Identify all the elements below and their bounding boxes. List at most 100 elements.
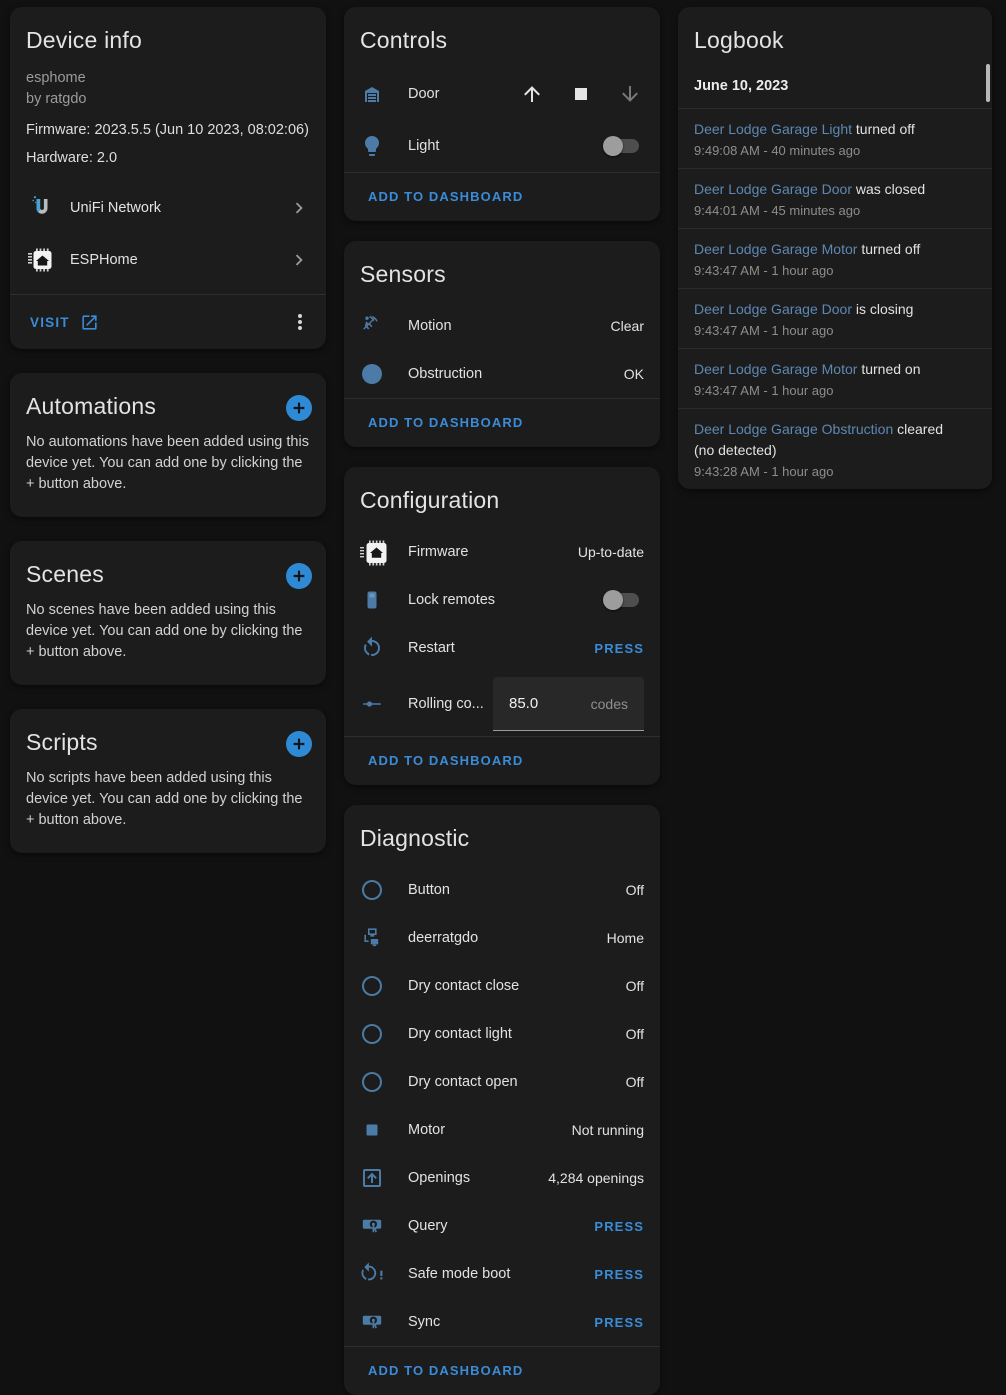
diagnostic-card: Diagnostic Button Off deerratgdo Home Dr… bbox=[344, 805, 660, 1395]
logbook-entity-link[interactable]: Deer Lodge Garage Light bbox=[694, 121, 852, 137]
scenes-card: Scenes No scenes have been added using t… bbox=[10, 541, 326, 685]
garage-icon bbox=[360, 82, 384, 106]
light-toggle[interactable] bbox=[603, 136, 639, 156]
controls-add-to-dashboard[interactable]: ADD TO DASHBOARD bbox=[344, 172, 660, 221]
restart-press-button[interactable]: PRESS bbox=[594, 641, 644, 656]
logbook-event-text: was closed bbox=[855, 181, 926, 197]
diag-label: Sync bbox=[408, 1314, 441, 1330]
integration-label: UniFi Network bbox=[70, 200, 162, 216]
diag-row-dry-contact-open[interactable]: Dry contact open Off bbox=[344, 1058, 660, 1106]
remote-icon bbox=[360, 588, 384, 612]
diag-label: Safe mode boot bbox=[408, 1266, 511, 1282]
arrow-up-icon bbox=[523, 86, 540, 102]
logbook-entity-link[interactable]: Deer Lodge Garage Door bbox=[694, 181, 852, 197]
diag-label: Button bbox=[408, 882, 450, 898]
diag-row-motor[interactable]: Motor Not running bbox=[344, 1106, 660, 1154]
diag-row-deerratgdo[interactable]: deerratgdo Home bbox=[344, 914, 660, 962]
sensor-row-motion[interactable]: Motion Clear bbox=[344, 302, 660, 350]
diag-row-button[interactable]: Button Off bbox=[344, 866, 660, 914]
esphome-logo bbox=[26, 244, 58, 276]
radiobox-blank-icon bbox=[360, 878, 384, 902]
add-scene-button[interactable] bbox=[286, 563, 312, 589]
cover-stop-button[interactable] bbox=[556, 70, 605, 118]
arrow-down-icon bbox=[621, 86, 638, 102]
controls-card: Controls Door Light ADD TO DASHBOARD bbox=[344, 7, 660, 221]
logbook-title: Logbook bbox=[694, 27, 784, 53]
arrow-up-box-icon bbox=[360, 1166, 384, 1190]
device-name: esphome bbox=[26, 70, 86, 86]
diag-value: Off bbox=[625, 978, 644, 994]
rolling-code-input[interactable] bbox=[509, 695, 569, 712]
diag-row-dry-contact-close[interactable]: Dry contact close Off bbox=[344, 962, 660, 1010]
sensor-value: Clear bbox=[610, 318, 644, 334]
scenes-title: Scenes bbox=[26, 561, 104, 587]
scripts-title: Scripts bbox=[26, 729, 98, 755]
config-row-lock-remotes: Lock remotes bbox=[344, 576, 660, 624]
network-icon bbox=[360, 926, 384, 950]
logbook-timestamp: 9:43:47 AM - 1 hour ago bbox=[694, 323, 834, 338]
config-row-rolling-code: Rolling co... codes bbox=[344, 672, 660, 736]
cover-button-group bbox=[507, 70, 654, 118]
logbook-entity-link[interactable]: Deer Lodge Garage Obstruction bbox=[694, 421, 893, 437]
config-label: Lock remotes bbox=[408, 592, 496, 608]
configuration-title: Configuration bbox=[360, 487, 500, 513]
integration-row-unifi[interactable]: UniFi Network bbox=[10, 182, 326, 234]
control-label: Door bbox=[408, 86, 440, 102]
diag-value: Off bbox=[625, 1026, 644, 1042]
unifi-logo bbox=[26, 192, 58, 224]
config-label: Firmware bbox=[408, 544, 469, 560]
config-row-firmware[interactable]: Firmware Up-to-date bbox=[344, 528, 660, 576]
right-column: Logbook June 10, 2023 Deer Lodge Garage … bbox=[678, 7, 992, 489]
logbook-timestamp: 9:43:47 AM - 1 hour ago bbox=[694, 383, 834, 398]
sensors-card: Sensors Motion Clear Obstruction OK ADD … bbox=[344, 241, 660, 447]
config-label: Restart bbox=[408, 640, 455, 656]
logbook-scrollbar-thumb[interactable] bbox=[986, 64, 990, 102]
logbook-timestamp: 9:43:47 AM - 1 hour ago bbox=[694, 263, 834, 278]
logbook-entity-link[interactable]: Deer Lodge Garage Door bbox=[694, 301, 852, 317]
device-info-actions: VISIT bbox=[10, 294, 326, 349]
sync-press-button[interactable]: PRESS bbox=[594, 1315, 644, 1330]
diagnostic-add-to-dashboard[interactable]: ADD TO DASHBOARD bbox=[344, 1346, 660, 1395]
gesture-tap-icon bbox=[360, 1310, 384, 1334]
automations-title: Automations bbox=[26, 393, 157, 419]
diag-row-openings[interactable]: Openings 4,284 openings bbox=[344, 1154, 660, 1202]
logbook-entity-link[interactable]: Deer Lodge Garage Motor bbox=[694, 361, 857, 377]
control-label: Light bbox=[408, 138, 440, 154]
query-press-button[interactable]: PRESS bbox=[594, 1219, 644, 1234]
logbook-date-header: June 10, 2023 bbox=[694, 78, 789, 94]
device-hardware-line: Hardware: 2.0 bbox=[26, 150, 118, 166]
motion-sensor-icon bbox=[360, 314, 384, 338]
logbook-entry: Deer Lodge Garage Motor turned on 9:43:4… bbox=[678, 348, 992, 408]
diag-value: Off bbox=[625, 1074, 644, 1090]
middle-column: Controls Door Light ADD TO DASHBOARD Sen… bbox=[344, 7, 660, 1395]
lock-remotes-toggle[interactable] bbox=[603, 590, 639, 610]
sensors-add-to-dashboard[interactable]: ADD TO DASHBOARD bbox=[344, 398, 660, 447]
scenes-empty-text: No scenes have been added using this dev… bbox=[26, 602, 303, 660]
safe-mode-boot-press-button[interactable]: PRESS bbox=[594, 1267, 644, 1282]
configuration-add-to-dashboard[interactable]: ADD TO DASHBOARD bbox=[344, 736, 660, 785]
diag-row-dry-contact-light[interactable]: Dry contact light Off bbox=[344, 1010, 660, 1058]
add-script-button[interactable] bbox=[286, 731, 312, 757]
logbook-entry: Deer Lodge Garage Motor turned off 9:43:… bbox=[678, 228, 992, 288]
diag-label: Motor bbox=[408, 1122, 446, 1138]
visit-label: VISIT bbox=[30, 314, 70, 330]
cover-open-button[interactable] bbox=[507, 70, 556, 118]
more-options-button[interactable] bbox=[288, 310, 312, 334]
plus-icon bbox=[287, 396, 311, 420]
slider-icon bbox=[360, 692, 384, 716]
logbook-event-text: turned off bbox=[861, 241, 921, 257]
add-automation-button[interactable] bbox=[286, 395, 312, 421]
sensor-label: Motion bbox=[408, 318, 452, 334]
config-row-restart: Restart PRESS bbox=[344, 624, 660, 672]
radiobox-blank-icon bbox=[360, 1022, 384, 1046]
device-manufacturer: by ratgdo bbox=[26, 91, 87, 107]
visit-button[interactable]: VISIT bbox=[30, 313, 99, 332]
sensor-row-obstruction[interactable]: Obstruction OK bbox=[344, 350, 660, 398]
integration-row-esphome[interactable]: ESPHome bbox=[10, 234, 326, 286]
lightbulb-icon bbox=[360, 134, 384, 158]
cover-close-button[interactable] bbox=[605, 70, 654, 118]
logbook-timestamp: 9:49:08 AM - 40 minutes ago bbox=[694, 143, 861, 158]
open-in-new-icon bbox=[82, 314, 97, 330]
logbook-entity-link[interactable]: Deer Lodge Garage Motor bbox=[694, 241, 857, 257]
rolling-code-field[interactable]: codes bbox=[493, 677, 644, 731]
